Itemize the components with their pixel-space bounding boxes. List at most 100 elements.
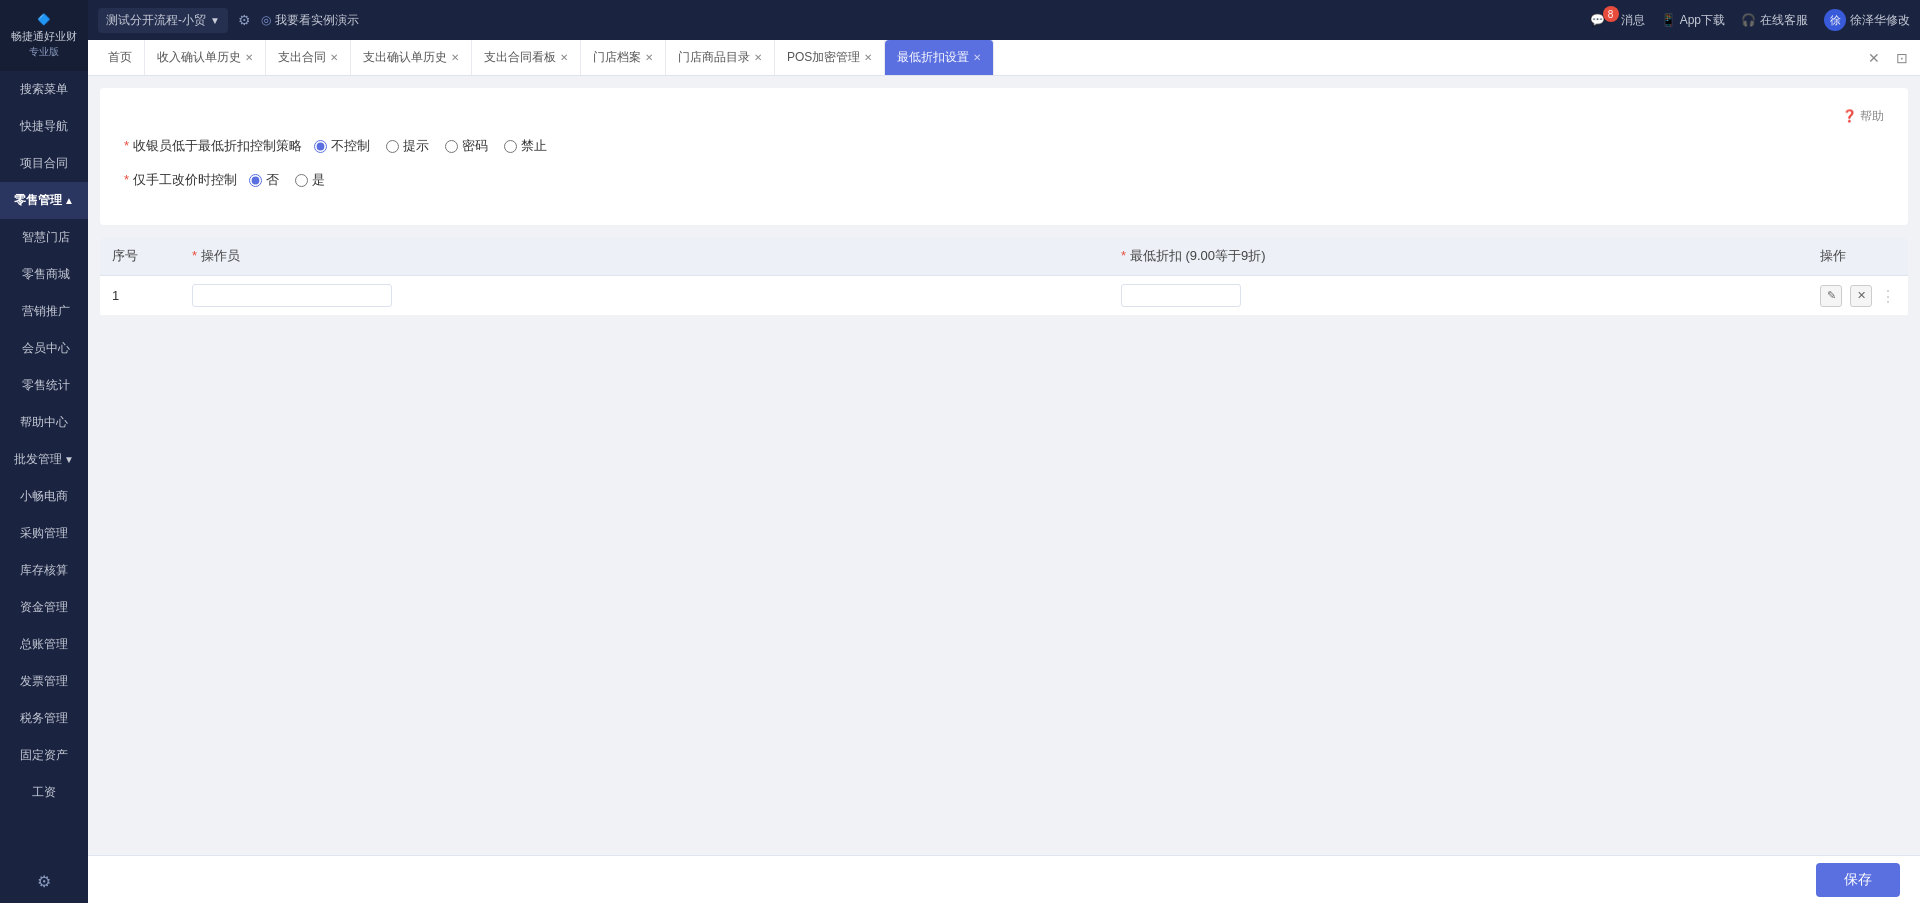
sidebar-item-ledger[interactable]: 总账管理 bbox=[0, 626, 88, 663]
tabbar-actions: ✕ ⊡ bbox=[1856, 48, 1912, 68]
policy-option-remind[interactable]: 提示 bbox=[386, 137, 429, 155]
logo-title: 畅捷通好业财 bbox=[6, 29, 82, 44]
table-header-row: 序号 * 操作员 * 最低折扣 (9.00等于9折) 操作 bbox=[100, 237, 1908, 276]
cell-min-discount[interactable] bbox=[1109, 276, 1808, 316]
tab-pos-encrypt[interactable]: POS加密管理 ✕ bbox=[775, 40, 885, 76]
help-button[interactable]: ❓ 帮助 bbox=[1842, 108, 1884, 125]
manual-radio-group: 否 是 bbox=[249, 171, 325, 189]
tab-payment-contract[interactable]: 支出合同 ✕ bbox=[266, 40, 351, 76]
user-profile-button[interactable]: 徐 徐泽华修改 bbox=[1824, 9, 1910, 31]
cell-actions: ✎ ✕ ⋮ bbox=[1808, 276, 1908, 316]
manual-control-row: * 仅手工改价时控制 否 是 bbox=[124, 171, 1884, 189]
settings-icon: ⚙ bbox=[37, 873, 51, 890]
policy-option-forbid[interactable]: 禁止 bbox=[504, 137, 547, 155]
app-logo[interactable]: 🔷 畅捷通好业财 专业版 bbox=[0, 0, 88, 71]
sidebar-item-invoice-mgmt[interactable]: 发票管理 bbox=[0, 663, 88, 700]
sidebar-item-purchase-mgmt[interactable]: 采购管理 bbox=[0, 515, 88, 552]
tab-close-min-discount[interactable]: ✕ bbox=[973, 52, 981, 63]
manual-option-yes[interactable]: 是 bbox=[295, 171, 325, 189]
demo-icon: ◎ bbox=[261, 13, 271, 27]
demo-link[interactable]: ◎ 我要看实例演示 bbox=[261, 12, 359, 29]
col-header-operator: * 操作员 bbox=[180, 237, 1109, 276]
logo-icon: 🔷 bbox=[6, 12, 82, 27]
cell-operator[interactable] bbox=[180, 276, 1109, 316]
tab-store-catalog[interactable]: 门店商品目录 ✕ bbox=[666, 40, 775, 76]
download-icon: 📱 bbox=[1661, 13, 1676, 27]
table-row: 1 ✎ ✕ ⋮ bbox=[100, 276, 1908, 316]
tab-home[interactable]: 首页 bbox=[96, 40, 145, 76]
sidebar-item-quick-nav[interactable]: 快捷导航 bbox=[0, 108, 88, 145]
tab-income-confirm[interactable]: 收入确认单历史 ✕ bbox=[145, 40, 266, 76]
project-selector[interactable]: 测试分开流程-小贸 ▼ bbox=[98, 8, 228, 33]
tab-close-pos-encrypt[interactable]: ✕ bbox=[864, 52, 872, 63]
logo-edition: 专业版 bbox=[6, 45, 82, 59]
col-header-min-discount: * 最低折扣 (9.00等于9折) bbox=[1109, 237, 1808, 276]
policy-row: * 收银员低于最低折扣控制策略 不控制 提示 密码 bbox=[124, 137, 1884, 155]
tab-close-payment-board[interactable]: ✕ bbox=[560, 52, 568, 63]
tab-close-store-catalog[interactable]: ✕ bbox=[754, 52, 762, 63]
customer-service-button[interactable]: 🎧 在线客服 bbox=[1741, 12, 1808, 29]
sidebar-item-ecommerce[interactable]: 小畅电商 bbox=[0, 478, 88, 515]
cell-seq: 1 bbox=[100, 276, 180, 316]
sidebar-item-fund-mgmt[interactable]: 资金管理 bbox=[0, 589, 88, 626]
sidebar-item-online-store[interactable]: 零售商城 bbox=[0, 256, 88, 293]
avatar-icon: 徐 bbox=[1824, 9, 1846, 31]
min-discount-input[interactable] bbox=[1121, 284, 1241, 307]
tab-payment-board[interactable]: 支出合同看板 ✕ bbox=[472, 40, 581, 76]
sidebar-item-fixed-assets[interactable]: 固定资产 bbox=[0, 737, 88, 774]
sidebar-item-retail-mgmt[interactable]: 零售管理 ▲ bbox=[0, 182, 88, 219]
sidebar-item-wholesale-mgmt[interactable]: 批发管理 ▼ bbox=[0, 441, 88, 478]
tab-min-discount[interactable]: 最低折扣设置 ✕ bbox=[885, 40, 994, 76]
topbar: 测试分开流程-小贸 ▼ ⚙ ◎ 我要看实例演示 💬 8 消息 📱 App下载 🎧… bbox=[88, 0, 1920, 40]
chevron-down-icon: ▼ bbox=[64, 454, 74, 465]
project-name: 测试分开流程-小贸 bbox=[106, 12, 206, 29]
settings-form-card: ❓ 帮助 * 收银员低于最低折扣控制策略 不控制 提示 bbox=[100, 88, 1908, 225]
tab-store-file[interactable]: 门店档案 ✕ bbox=[581, 40, 666, 76]
row-drag-handle[interactable]: ⋮ bbox=[1880, 287, 1896, 304]
sidebar-item-retail-stats[interactable]: 零售统计 bbox=[0, 367, 88, 404]
topbar-gear-button[interactable]: ⚙ bbox=[238, 12, 251, 28]
save-button[interactable]: 保存 bbox=[1816, 863, 1900, 897]
chevron-up-icon: ▲ bbox=[64, 195, 74, 206]
service-icon: 🎧 bbox=[1741, 13, 1756, 27]
sidebar-item-smart-store[interactable]: 智慧门店 bbox=[0, 219, 88, 256]
col-header-actions: 操作 bbox=[1808, 237, 1908, 276]
message-button[interactable]: 💬 8 消息 bbox=[1590, 12, 1645, 29]
sidebar-item-search[interactable]: 搜索菜单 bbox=[0, 71, 88, 108]
tab-expand-button[interactable]: ⊡ bbox=[1892, 48, 1912, 68]
sidebar-item-salary[interactable]: 工资 bbox=[0, 774, 88, 811]
tab-close-button[interactable]: ✕ bbox=[1864, 48, 1884, 68]
tabbar: 首页 收入确认单历史 ✕ 支出合同 ✕ 支出确认单历史 ✕ 支出合同看板 ✕ 门… bbox=[88, 40, 1920, 76]
chevron-down-icon: ▼ bbox=[210, 15, 220, 26]
sidebar-item-help-center[interactable]: 帮助中心 bbox=[0, 404, 88, 441]
policy-required-mark: * bbox=[124, 138, 129, 153]
manual-required-mark: * bbox=[124, 172, 129, 187]
tab-close-payment-confirm[interactable]: ✕ bbox=[451, 52, 459, 63]
col-header-seq: 序号 bbox=[100, 237, 180, 276]
tab-payment-confirm[interactable]: 支出确认单历史 ✕ bbox=[351, 40, 472, 76]
tab-close-income-confirm[interactable]: ✕ bbox=[245, 52, 253, 63]
topbar-right: 💬 8 消息 📱 App下载 🎧 在线客服 徐 徐泽华修改 bbox=[1590, 9, 1910, 31]
sidebar-item-inventory[interactable]: 库存核算 bbox=[0, 552, 88, 589]
message-badge: 8 bbox=[1603, 6, 1619, 22]
sidebar-settings-button[interactable]: ⚙ bbox=[0, 860, 88, 903]
sidebar-item-project-contract[interactable]: 项目合同 bbox=[0, 145, 88, 182]
manual-option-no[interactable]: 否 bbox=[249, 171, 279, 189]
tab-close-store-file[interactable]: ✕ bbox=[645, 52, 653, 63]
footer-bar: 保存 bbox=[88, 855, 1920, 903]
row-delete-button[interactable]: ✕ bbox=[1850, 285, 1872, 307]
row-edit-button[interactable]: ✎ bbox=[1820, 285, 1842, 307]
tab-close-payment-contract[interactable]: ✕ bbox=[330, 52, 338, 63]
manual-label: * 仅手工改价时控制 bbox=[124, 171, 237, 189]
content-area: ❓ 帮助 * 收银员低于最低折扣控制策略 不控制 提示 bbox=[88, 76, 1920, 855]
sidebar-item-marketing[interactable]: 营销推广 bbox=[0, 293, 88, 330]
policy-option-password[interactable]: 密码 bbox=[445, 137, 488, 155]
policy-option-no-control[interactable]: 不控制 bbox=[314, 137, 370, 155]
sidebar: 🔷 畅捷通好业财 专业版 搜索菜单 快捷导航 项目合同 零售管理 ▲ 智慧门店 … bbox=[0, 0, 88, 903]
sidebar-item-member-center[interactable]: 会员中心 bbox=[0, 330, 88, 367]
operator-input[interactable] bbox=[192, 284, 392, 307]
policy-label: * 收银员低于最低折扣控制策略 bbox=[124, 137, 302, 155]
sidebar-item-tax-mgmt[interactable]: 税务管理 bbox=[0, 700, 88, 737]
app-download-button[interactable]: 📱 App下载 bbox=[1661, 12, 1725, 29]
discount-table: 序号 * 操作员 * 最低折扣 (9.00等于9折) 操作 bbox=[100, 237, 1908, 316]
